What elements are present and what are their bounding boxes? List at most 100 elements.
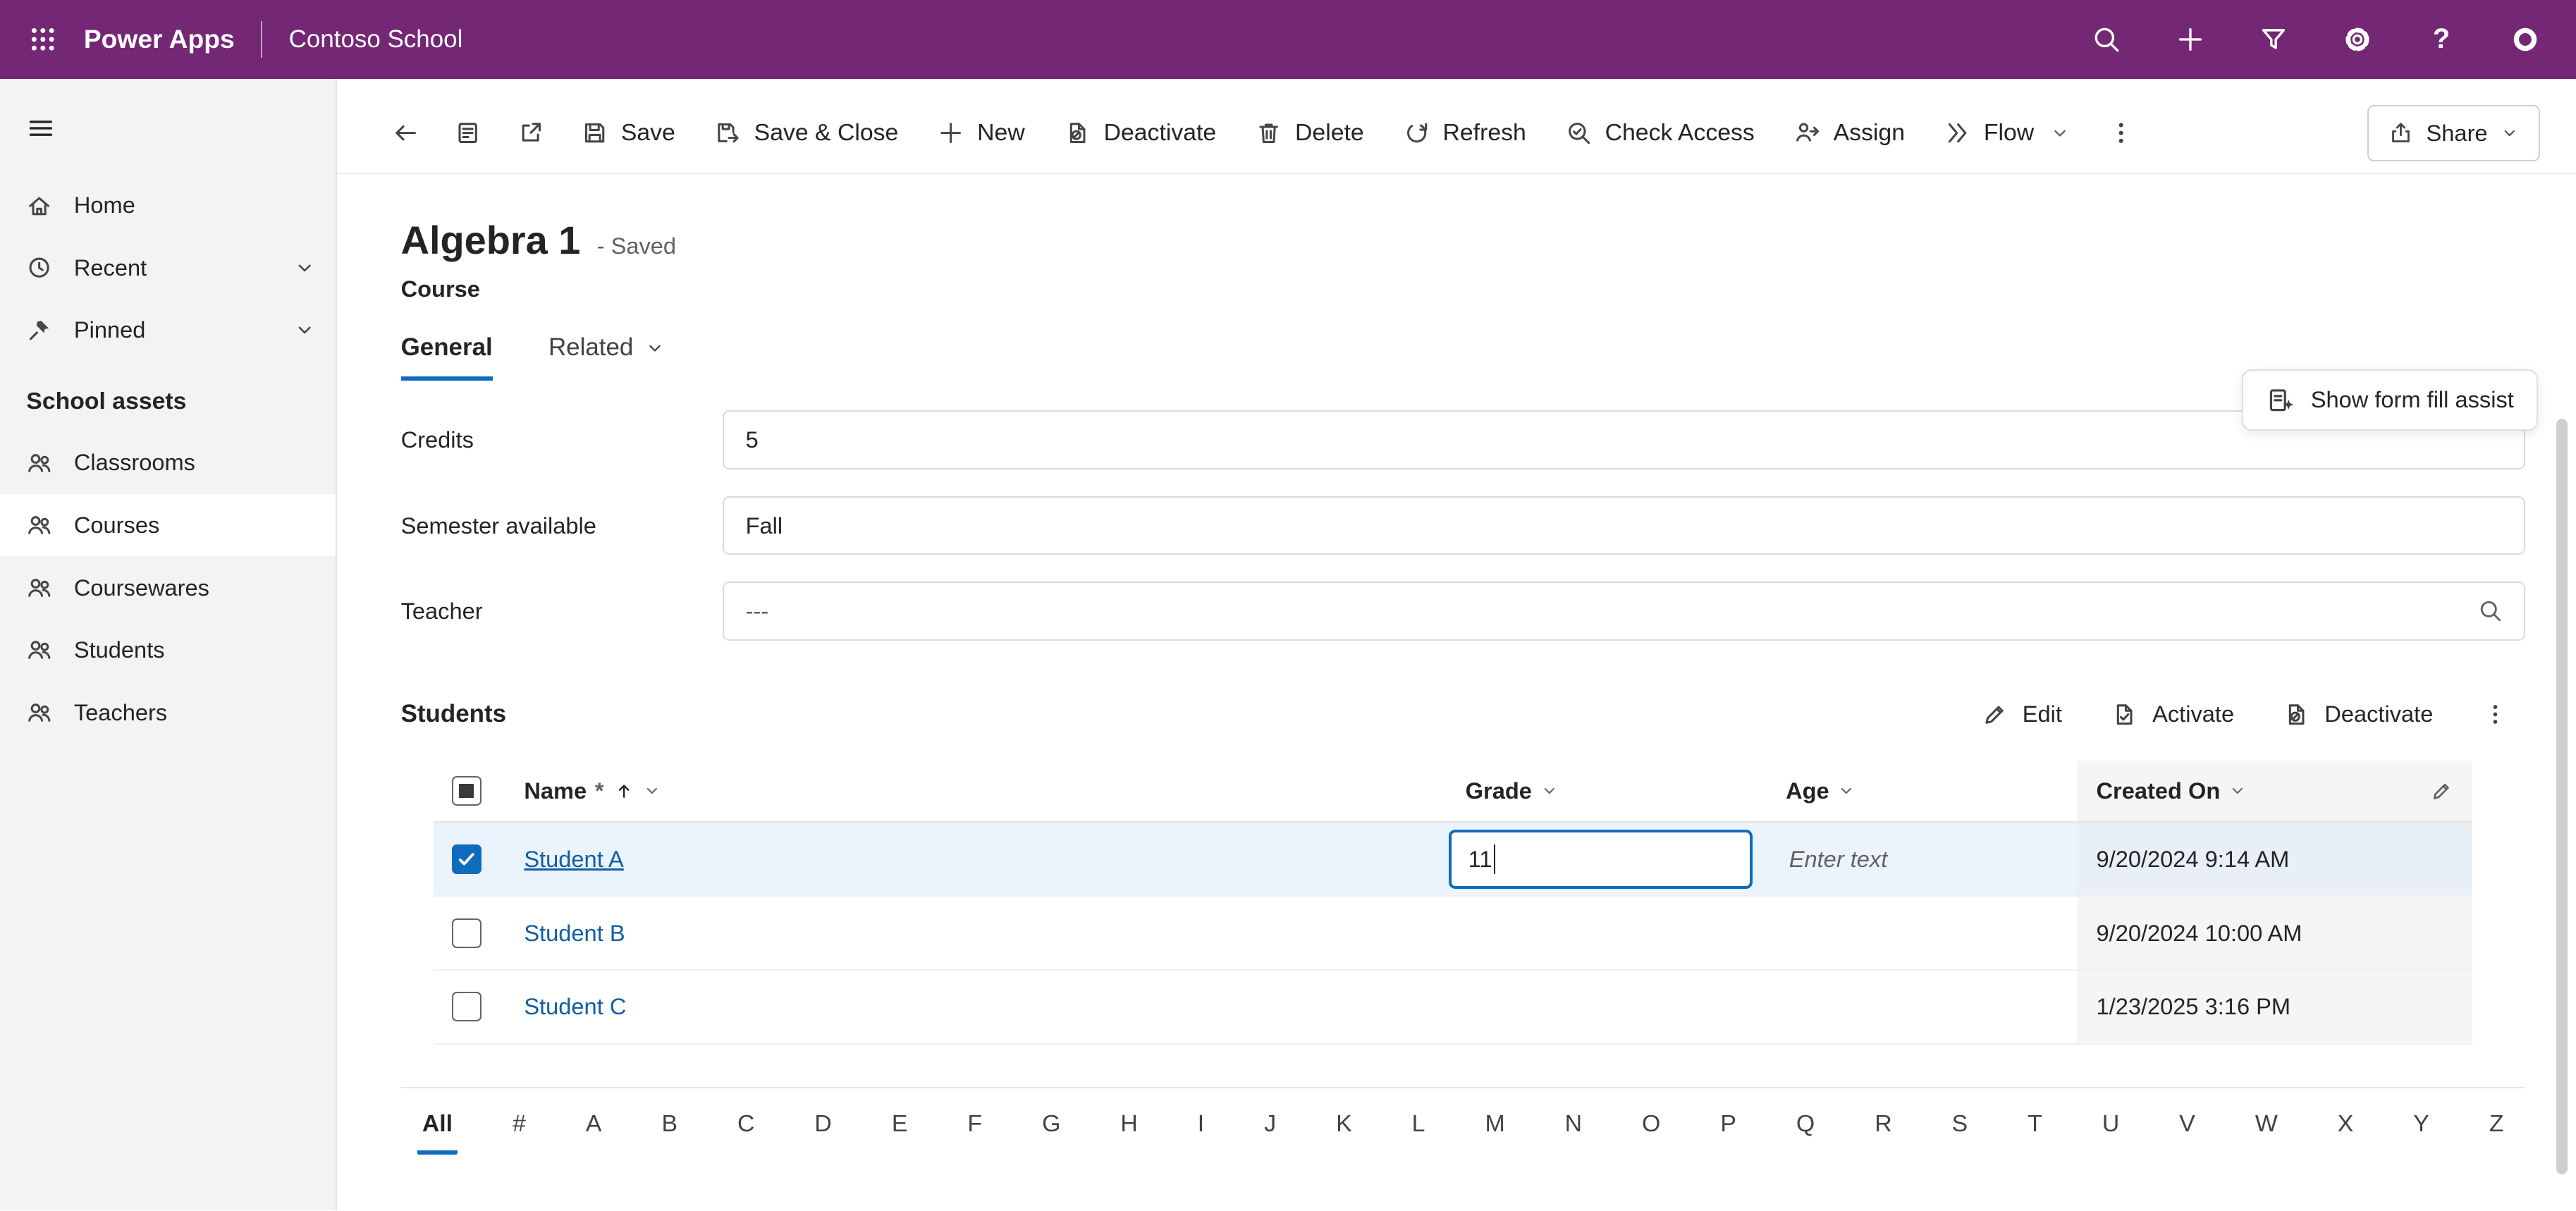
check-access-button[interactable]: Check Access bbox=[1547, 104, 1772, 163]
checkbox-indeterminate bbox=[451, 776, 482, 806]
app-launcher-button[interactable] bbox=[10, 0, 75, 79]
save-status: - Saved bbox=[596, 232, 677, 259]
jump-c[interactable]: C bbox=[732, 1110, 759, 1155]
row-checkbox[interactable] bbox=[434, 823, 499, 895]
age-cell[interactable] bbox=[1766, 897, 2076, 969]
jump-r[interactable]: R bbox=[1870, 1110, 1896, 1155]
age-cell[interactable] bbox=[1766, 971, 2076, 1043]
jump-m[interactable]: M bbox=[1480, 1110, 1509, 1155]
deactivate-button[interactable]: Deactivate bbox=[1046, 104, 1234, 163]
share-icon bbox=[2392, 123, 2410, 143]
jump-x[interactable]: X bbox=[2333, 1110, 2359, 1155]
column-header-name[interactable]: Name * bbox=[499, 761, 1445, 822]
help-button[interactable]: ? bbox=[2410, 8, 2473, 71]
jump-f[interactable]: F bbox=[962, 1110, 987, 1155]
delete-button[interactable]: Delete bbox=[1237, 104, 1382, 163]
sort-asc-icon bbox=[619, 785, 630, 798]
check-access-icon bbox=[1568, 123, 1590, 145]
column-header-grade[interactable]: Grade bbox=[1446, 761, 1766, 822]
delete-icon bbox=[1259, 123, 1278, 144]
sidebar-item-courses[interactable]: Courses bbox=[0, 493, 336, 557]
new-button[interactable]: New bbox=[920, 104, 1043, 163]
popout-button[interactable] bbox=[501, 104, 560, 163]
activate-button[interactable]: Activate bbox=[2095, 691, 2251, 738]
sidebar-item-classrooms[interactable]: Classrooms bbox=[0, 431, 336, 494]
field-semester-available-input[interactable]: Fall bbox=[723, 496, 2525, 555]
filter-button[interactable] bbox=[2243, 8, 2305, 71]
sidebar-item-teachers[interactable]: Teachers bbox=[0, 681, 336, 744]
share-button[interactable]: Share bbox=[2367, 105, 2540, 161]
sidebar-item-home[interactable]: Home bbox=[0, 174, 336, 237]
deactivate-button[interactable]: Deactivate bbox=[2267, 691, 2450, 738]
jump-h[interactable]: H bbox=[1115, 1110, 1142, 1155]
jump-d[interactable]: D bbox=[809, 1110, 836, 1155]
tab-related[interactable]: Related bbox=[548, 333, 665, 381]
jump-e[interactable]: E bbox=[887, 1110, 913, 1155]
sidebar-item-students[interactable]: Students bbox=[0, 619, 336, 682]
jump-z[interactable]: Z bbox=[2484, 1110, 2509, 1155]
jump-t[interactable]: T bbox=[2023, 1110, 2047, 1155]
jump-q[interactable]: Q bbox=[1791, 1110, 1820, 1155]
grade-cell[interactable]: 11 bbox=[1446, 823, 1766, 895]
row-checkbox[interactable] bbox=[434, 897, 499, 969]
jump-v[interactable]: V bbox=[2174, 1110, 2200, 1155]
jump-w[interactable]: W bbox=[2250, 1110, 2283, 1155]
add-button[interactable] bbox=[2159, 8, 2221, 71]
subgrid-more-button[interactable] bbox=[2466, 685, 2525, 744]
more-commands-button[interactable] bbox=[2092, 104, 2151, 163]
hamburger-menu-button[interactable] bbox=[10, 99, 73, 158]
jump-n[interactable]: N bbox=[1560, 1110, 1587, 1155]
student-link[interactable]: Student A bbox=[524, 846, 623, 873]
column-header-created-on[interactable]: Created On bbox=[2076, 760, 2473, 822]
jump-a[interactable]: A bbox=[581, 1110, 607, 1155]
jump-u[interactable]: U bbox=[2097, 1110, 2124, 1155]
ellipsis-v-icon bbox=[2118, 123, 2123, 144]
save-button[interactable]: Save bbox=[563, 104, 693, 163]
jump-l[interactable]: L bbox=[1407, 1110, 1430, 1155]
grade-cell[interactable] bbox=[1446, 971, 1766, 1043]
jump-all[interactable]: All bbox=[417, 1110, 458, 1155]
sidebar-item-pinned[interactable]: Pinned bbox=[0, 299, 336, 362]
jump-s[interactable]: S bbox=[1947, 1110, 1973, 1155]
copilot-button[interactable] bbox=[2494, 8, 2557, 71]
show-form-fill-assist-button[interactable]: Show form fill assist bbox=[2242, 369, 2539, 431]
save-close-button[interactable]: Save & Close bbox=[697, 104, 916, 163]
people-icon bbox=[28, 703, 51, 722]
field-label: Semester available bbox=[400, 512, 596, 539]
environment-name: Contoso School bbox=[288, 25, 463, 53]
grade-cell[interactable] bbox=[1446, 897, 1766, 969]
sidebar-item-coursewares[interactable]: Coursewares bbox=[0, 556, 336, 619]
student-link[interactable]: Student C bbox=[524, 993, 626, 1020]
edit-button[interactable]: Edit bbox=[1965, 691, 2078, 738]
select-all-checkbox[interactable] bbox=[434, 761, 499, 822]
form-switcher-button[interactable] bbox=[438, 104, 498, 163]
tab-general[interactable]: General bbox=[400, 333, 493, 381]
form-fill-assist-label: Show form fill assist bbox=[2310, 386, 2514, 413]
jump-hash[interactable]: # bbox=[508, 1110, 531, 1155]
field-teacher-input[interactable]: --- bbox=[723, 581, 2525, 641]
age-cell[interactable]: Enter text bbox=[1766, 823, 2076, 895]
jump-j[interactable]: J bbox=[1259, 1110, 1281, 1155]
assign-button[interactable]: Assign bbox=[1776, 104, 1923, 163]
jump-y[interactable]: Y bbox=[2408, 1110, 2434, 1155]
settings-button[interactable] bbox=[2326, 8, 2389, 71]
sidebar-item-recent[interactable]: Recent bbox=[0, 237, 336, 300]
edit-columns-button[interactable] bbox=[2430, 780, 2453, 803]
jump-p[interactable]: P bbox=[1715, 1110, 1741, 1155]
alphabet-jump-bar: All # A B C D E F G H I J K L M N O P Q R S T U V W X Y Z bbox=[400, 1087, 2525, 1155]
back-button[interactable] bbox=[376, 104, 436, 163]
jump-g[interactable]: G bbox=[1037, 1110, 1065, 1155]
refresh-button[interactable]: Refresh bbox=[1385, 104, 1544, 163]
jump-k[interactable]: K bbox=[1331, 1110, 1357, 1155]
jump-b[interactable]: B bbox=[656, 1110, 682, 1155]
search-button[interactable] bbox=[2075, 8, 2138, 71]
student-link[interactable]: Student B bbox=[524, 920, 625, 947]
column-header-age[interactable]: Age bbox=[1766, 761, 2076, 822]
jump-o[interactable]: O bbox=[1637, 1110, 1665, 1155]
created-on-value: 9/20/2024 10:00 AM bbox=[2096, 919, 2302, 946]
row-checkbox[interactable] bbox=[434, 971, 499, 1043]
flow-button[interactable]: Flow bbox=[1926, 104, 2088, 163]
jump-i[interactable]: I bbox=[1193, 1110, 1209, 1155]
table-row: Student B 9/20/2024 10:00 AM bbox=[434, 897, 2473, 971]
grade-input[interactable]: 11 bbox=[1449, 829, 1753, 889]
